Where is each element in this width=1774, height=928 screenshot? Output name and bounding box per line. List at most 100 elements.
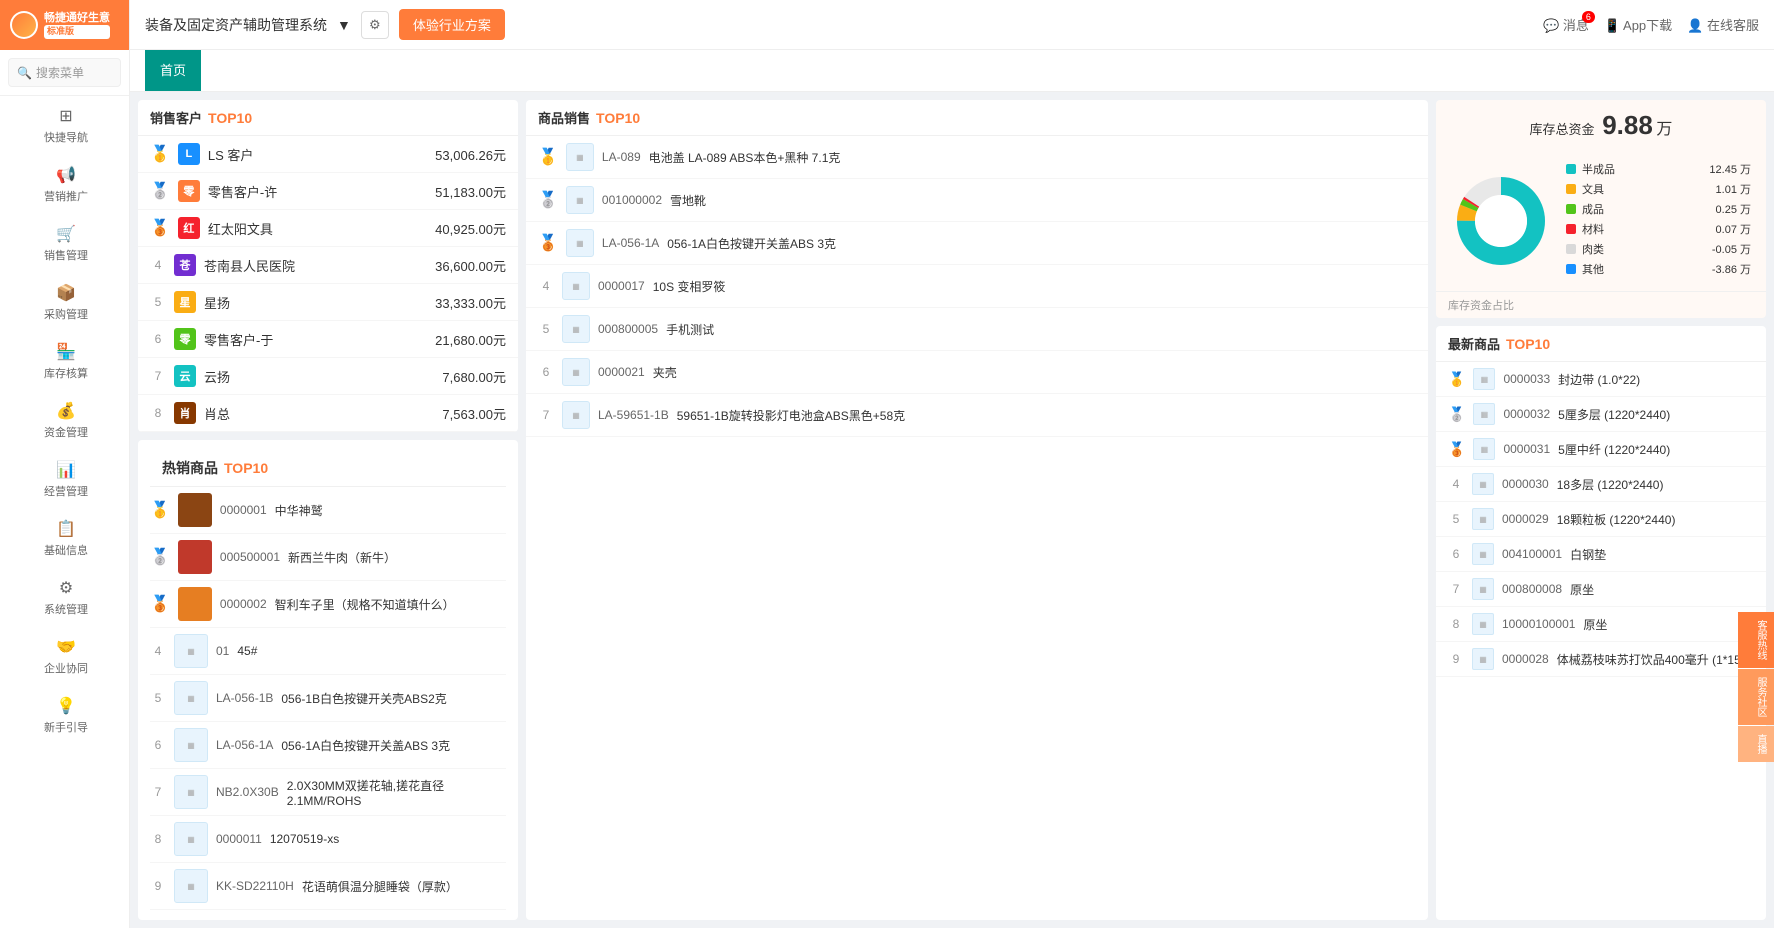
rank-number: 6 [538,365,554,379]
sidebar-item-inventory[interactable]: 🏪 库存核算 [0,332,129,391]
top-customers-header: 销售客户 TOP10 [138,100,518,136]
legend-item: 肉类 -0.05 万 [1566,241,1751,257]
product-placeholder-icon: ▦ [572,282,580,291]
finance-label: 资金管理 [44,424,88,440]
settings-button[interactable]: ⚙ [361,11,389,39]
customer-service-button[interactable]: 客服热线 [1738,612,1774,668]
hot-product-image-placeholder: ▦ [174,681,208,715]
new-product-image-placeholder: ▦ [1472,543,1494,565]
product-code: LA-59651-1B [598,408,669,422]
hot-products-title: 热销商品 [162,458,218,478]
rank-number: 6 [1448,547,1464,561]
placeholder-icon: ▦ [1481,375,1489,384]
customer-amount: 53,006.26元 [435,145,506,164]
product-name: 056-1A白色按键开关盖ABS 3克 [667,235,1416,252]
tab-home[interactable]: 首页 [145,50,201,91]
new-product-image-placeholder: ▦ [1472,473,1494,495]
hot-product-code: 000500001 [220,550,280,564]
sidebar-item-marketing[interactable]: 📢 营销推广 [0,155,129,214]
quick-nav-icon: ⊞ [56,106,76,126]
hot-product-code: 0000001 [220,503,267,517]
customer-name: 肖总 [204,404,434,423]
main-content: 装备及固定资产辅助管理系统 ▼ ⚙ 体验行业方案 💬 消息 6 📱 App下载 … [130,0,1774,928]
hot-product-item: 6 ▦ LA-056-1A 056-1A白色按键开关盖ABS 3克 [150,722,506,769]
sidebar-item-sales[interactable]: 🛒 销售管理 [0,214,129,273]
customer-amount: 7,563.00元 [442,404,506,423]
legend-item: 半成品 12.45 万 [1566,161,1751,177]
hot-product-name: 45# [237,644,506,658]
customer-list: 🥇 L LS 客户 53,006.26元 🥈 零 零售客户-许 51,183.0… [138,136,518,432]
purchase-icon: 📦 [56,283,76,303]
placeholder-icon: ▦ [187,882,195,891]
sidebar-item-quick-nav[interactable]: ⊞ 快捷导航 [0,96,129,155]
messages-button[interactable]: 💬 消息 6 [1543,15,1589,34]
rank-medal-silver: 🥈 [150,547,170,567]
hot-product-item: 8 ▦ 0000011 12070519-xs [150,816,506,863]
hot-product-image-placeholder: ▦ [174,822,208,856]
customer-amount: 21,680.00元 [435,330,506,349]
customer-badge: 零 [178,180,200,202]
sidebar-item-basics[interactable]: 📋 基础信息 [0,509,129,568]
service-community-button[interactable]: 服务社区 [1738,669,1774,725]
product-name: 电池盖 LA-089 ABS本色+黑种 7.1克 [649,149,1416,166]
new-product-name: 原坐 [1583,616,1754,633]
legend-item: 其他 -3.86 万 [1566,261,1751,277]
legend-name: 半成品 [1582,161,1703,177]
sidebar-item-system[interactable]: ⚙ 系统管理 [0,568,129,627]
hot-products-header: 热销商品 TOP10 [150,450,506,487]
mid-column: 商品销售 TOP10 🥇 ▦ LA-089 电池盖 LA-089 ABS本色+黑… [526,100,1428,920]
placeholder-icon: ▦ [187,788,195,797]
inventory-card: 库存总资金 9.88 万 [1436,100,1766,318]
customer-name: 星扬 [204,293,427,312]
placeholder-icon: ▦ [1479,550,1487,559]
rank-medal-silver: 🥈 [1448,406,1465,423]
sidebar-item-guide[interactable]: 💡 新手引导 [0,686,129,745]
new-product-name: 5厘中纤 (1220*2440) [1558,441,1754,458]
rank-medal-bronze: 🥉 [1448,441,1465,458]
rank-number: 8 [150,832,166,846]
sidebar-item-purchase[interactable]: 📦 采购管理 [0,273,129,332]
customer-amount: 7,680.00元 [442,367,506,386]
inventory-title: 库存总资金 [1530,122,1595,137]
finance-icon: 💰 [56,401,76,421]
legend-value: 0.25 万 [1716,201,1751,217]
hot-product-item: 7 ▦ NB2.0X30B 2.0X30MM双搓花轴,搓花直径2.1MM/ROH… [150,769,506,816]
marketing-icon: 📢 [56,165,76,185]
search-menu-button[interactable]: 🔍 搜索菜单 [8,58,121,87]
customer-list-item: 6 零 零售客户-于 21,680.00元 [138,321,518,358]
system-title: 装备及固定资产辅助管理系统 [145,15,327,35]
product-name: 59651-1B旋转投影灯电池盒ABS黑色+58克 [677,407,1416,424]
guide-icon: 💡 [56,696,76,716]
rank-number: 6 [150,332,166,346]
hot-product-name: 056-1A白色按键开关盖ABS 3克 [281,737,506,754]
new-products-top10-label: TOP10 [1506,336,1550,352]
hot-product-name: 智利车子里（规格不知道填什么） [275,596,506,613]
direct-service-button[interactable]: 直播 [1738,726,1774,762]
top-customers-card: 销售客户 TOP10 🥇 L LS 客户 53,006.26元 🥈 零 零售客户… [138,100,518,432]
placeholder-icon: ▦ [1481,410,1489,419]
trial-button[interactable]: 体验行业方案 [399,9,505,40]
hot-product-image-placeholder: ▦ [174,775,208,809]
sidebar: 畅捷通好生意 标准版 🔍 搜索菜单 ⊞ 快捷导航 📢 营销推广 🛒 销售管理 📦… [0,0,130,928]
new-product-name: 18多层 (1220*2440) [1557,476,1754,493]
sidebar-item-finance[interactable]: 💰 资金管理 [0,391,129,450]
new-product-image-placeholder: ▦ [1472,613,1494,635]
sidebar-item-enterprise[interactable]: 🤝 企业协同 [0,627,129,686]
app-download-button[interactable]: 📱 App下载 [1604,15,1672,34]
product-sales-top10-label: TOP10 [596,110,640,126]
hot-product-item: 🥇 0000001 中华神鹫 [150,487,506,534]
sidebar-item-operations[interactable]: 📊 经营管理 [0,450,129,509]
rank-medal-silver: 🥈 [538,190,558,210]
inventory-footer: 库存资金占比 [1436,291,1766,318]
page-body: 销售客户 TOP10 🥇 L LS 客户 53,006.26元 🥈 零 零售客户… [130,92,1774,928]
legend-value: 0.07 万 [1716,221,1751,237]
hot-product-item: 5 ▦ LA-056-1B 056-1B白色按键开关壳ABS2克 [150,675,506,722]
placeholder-icon: ▦ [187,741,195,750]
logo-icon [10,11,38,39]
product-placeholder-icon: ▦ [576,196,584,205]
online-service-button[interactable]: 👤 在线客服 [1687,15,1759,34]
new-product-image-placeholder: ▦ [1472,578,1494,600]
customer-list-item: 5 星 星扬 33,333.00元 [138,284,518,321]
inventory-donut-chart [1451,171,1551,271]
search-menu-section[interactable]: 🔍 搜索菜单 [0,50,129,96]
